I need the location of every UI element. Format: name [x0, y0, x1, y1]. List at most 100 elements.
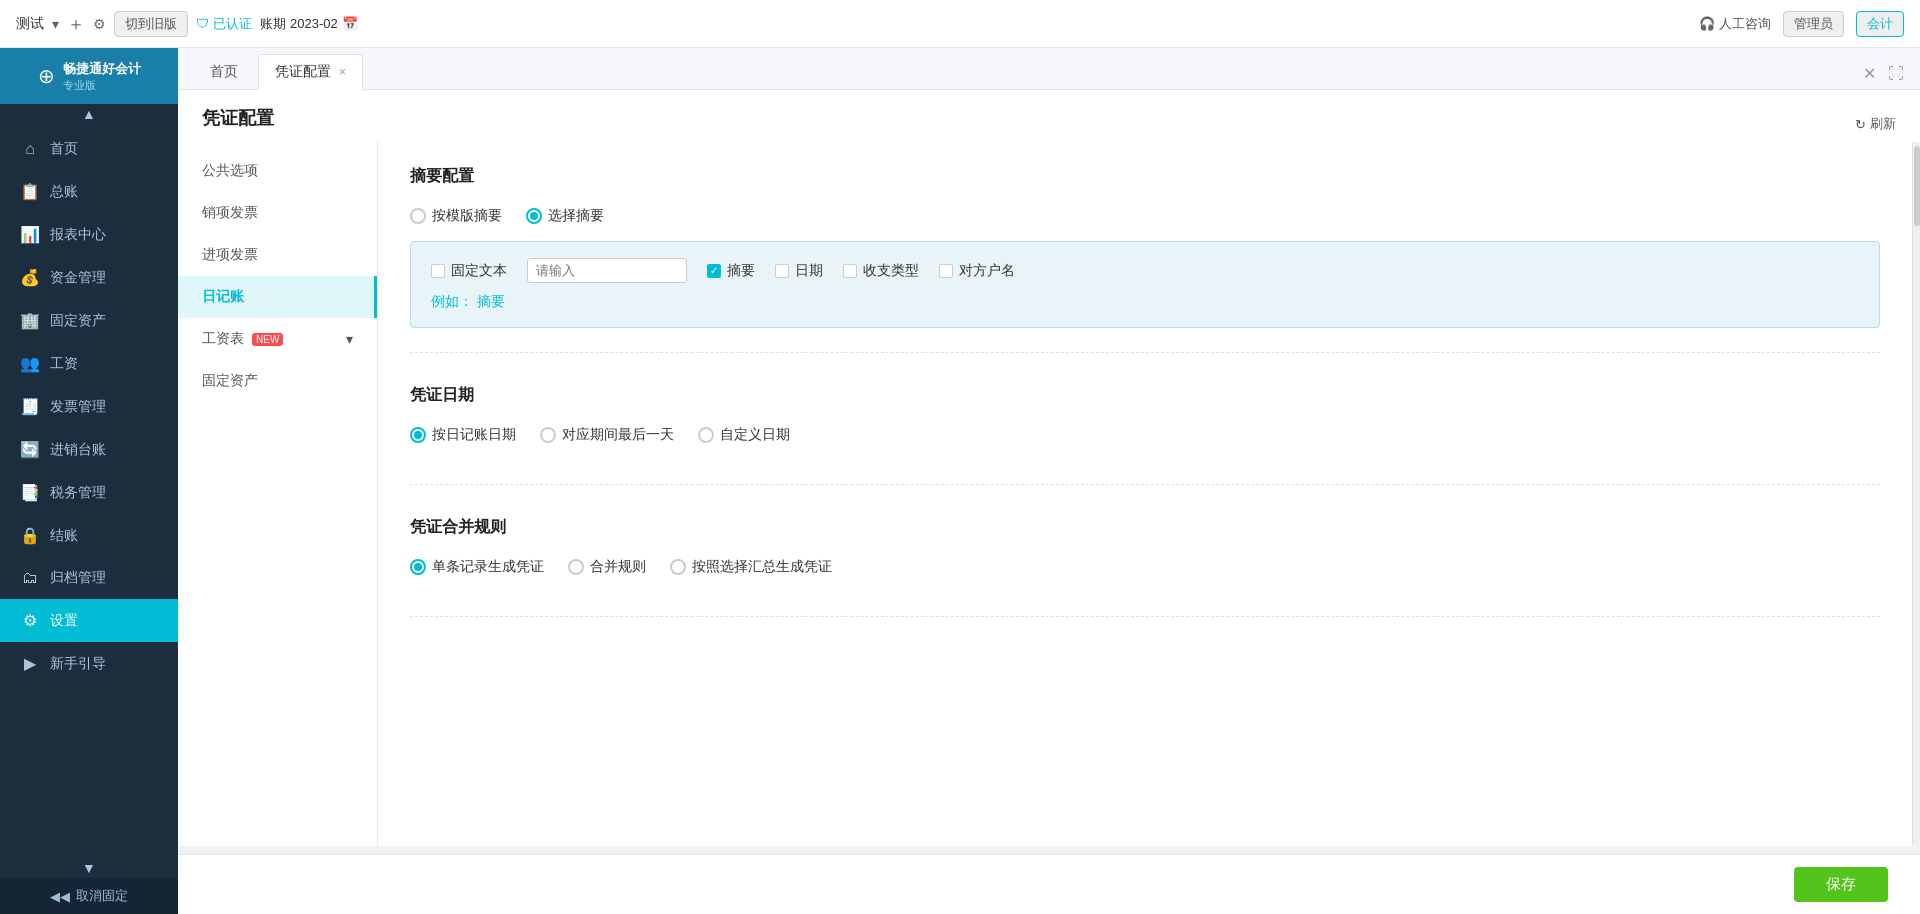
cancel-fixed-button[interactable]: ◀◀ 取消固定 — [0, 878, 178, 914]
config-left-menu: 公共选项 销项发票 进项发票 日记账 工资表 NEW — [178, 142, 378, 846]
checkbox-counterparty[interactable]: 对方户名 — [939, 262, 1015, 280]
sidebar-scroll-up[interactable]: ▲ — [0, 104, 178, 124]
config-menu-payroll-label: 工资表 NEW — [202, 330, 283, 348]
config-menu-sales-invoice[interactable]: 销项发票 — [178, 192, 377, 234]
radio-select-summary[interactable]: 选择摘要 — [526, 207, 604, 225]
checkbox-counterparty-label: 对方户名 — [959, 262, 1015, 280]
admin-button[interactable]: 管理员 — [1783, 11, 1844, 37]
radio-custom-date[interactable]: 自定义日期 — [698, 426, 790, 444]
radio-select-summary-circle — [670, 559, 686, 575]
radio-template-circle — [410, 208, 426, 224]
guide-icon: ▶ — [20, 654, 40, 673]
sidebar-item-funds[interactable]: 💰 资金管理 — [0, 256, 178, 299]
sidebar-item-guide[interactable]: ▶ 新手引导 — [0, 642, 178, 685]
checkbox-income-type[interactable]: 收支类型 — [843, 262, 919, 280]
tab-config[interactable]: 凭证配置 × — [258, 54, 363, 90]
sidebar-item-closing[interactable]: 🔒 结账 — [0, 514, 178, 557]
sidebar-item-label: 发票管理 — [50, 398, 106, 416]
radio-custom-date-label: 自定义日期 — [720, 426, 790, 444]
sidebar-item-label: 报表中心 — [50, 226, 106, 244]
radio-journal-date-label: 按日记账日期 — [432, 426, 516, 444]
sidebar-scroll-down[interactable]: ▼ — [0, 858, 178, 878]
scrollbar-thumb[interactable] — [1914, 146, 1920, 226]
sidebar-item-label: 固定资产 — [50, 312, 106, 330]
expand-icon[interactable]: ⛶ — [1888, 65, 1904, 83]
config-menu-purchase-label: 进项发票 — [202, 246, 258, 264]
config-menu-sales-label: 销项发票 — [202, 204, 258, 222]
example-text: 例如： 摘要 — [431, 293, 1859, 311]
sidebar-item-ledger[interactable]: 📋 总账 — [0, 170, 178, 213]
radio-merge-rules[interactable]: 合并规则 — [568, 558, 646, 576]
sidebar-item-settings[interactable]: ⚙ 设置 — [0, 599, 178, 642]
sidebar-item-reports[interactable]: 📊 报表中心 — [0, 213, 178, 256]
radio-single-record[interactable]: 单条记录生成凭证 — [410, 558, 544, 576]
summary-options-box: 固定文本 摘要 日期 — [410, 241, 1880, 328]
radio-custom-date-circle — [698, 427, 714, 443]
service-button[interactable]: 🎧 人工咨询 — [1699, 15, 1771, 33]
config-menu-journal[interactable]: 日记账 — [178, 276, 377, 318]
sidebar-item-fixed-assets[interactable]: 🏢 固定资产 — [0, 299, 178, 342]
config-layout: 公共选项 销项发票 进项发票 日记账 工资表 NEW — [178, 142, 1920, 846]
accountant-button[interactable]: 会计 — [1856, 11, 1904, 37]
ledger-icon: 📋 — [20, 182, 40, 201]
fixed-text-input[interactable] — [527, 258, 687, 283]
config-menu-purchase-invoice[interactable]: 进项发票 — [178, 234, 377, 276]
sidebar-item-payroll[interactable]: 👥 工资 — [0, 342, 178, 385]
old-version-button[interactable]: 切到旧版 — [114, 11, 188, 37]
config-menu-fixed-assets[interactable]: 固定资产 — [178, 360, 377, 402]
chevron-down-icon: ▾ — [346, 331, 353, 347]
checkbox-summary-box — [707, 264, 721, 278]
certified-badge: 🛡 已认证 — [196, 15, 252, 33]
gear-icon[interactable]: ⚙ — [93, 16, 106, 32]
company-dropdown-icon[interactable]: ▾ — [52, 16, 59, 32]
refresh-button[interactable]: ↻ 刷新 — [1855, 115, 1896, 133]
checkbox-fixed-text[interactable]: 固定文本 — [431, 262, 507, 280]
company-name: 测试 — [16, 15, 44, 33]
config-menu-public[interactable]: 公共选项 — [178, 150, 377, 192]
sidebar-item-label: 总账 — [50, 183, 78, 201]
config-menu-payroll-table[interactable]: 工资表 NEW ▾ — [178, 318, 377, 360]
headphone-icon: 🎧 — [1699, 16, 1715, 31]
radio-template-summary[interactable]: 按模版摘要 — [410, 207, 502, 225]
radio-period-last-day[interactable]: 对应期间最后一天 — [540, 426, 674, 444]
radio-select-summary-label: 按照选择汇总生成凭证 — [692, 558, 832, 576]
shield-icon: 🛡 — [196, 16, 209, 31]
close-icon[interactable]: ✕ — [1863, 64, 1876, 83]
radio-journal-date-circle — [410, 427, 426, 443]
checkbox-summary[interactable]: 摘要 — [707, 262, 755, 280]
sidebar-item-label: 进销台账 — [50, 441, 106, 459]
funds-icon: 💰 — [20, 268, 40, 287]
sidebar-item-archive[interactable]: 🗂 归档管理 — [0, 557, 178, 599]
sidebar-item-label: 结账 — [50, 527, 78, 545]
radio-journal-date[interactable]: 按日记账日期 — [410, 426, 516, 444]
fixed-assets-icon: 🏢 — [20, 311, 40, 330]
sidebar-item-tax[interactable]: 📑 税务管理 — [0, 471, 178, 514]
config-menu-fixed-assets-label: 固定资产 — [202, 372, 258, 390]
radio-select-summary[interactable]: 按照选择汇总生成凭证 — [670, 558, 832, 576]
calendar-icon[interactable]: 📅 — [342, 16, 358, 31]
add-button[interactable]: ＋ — [67, 12, 85, 36]
sidebar-item-invoice[interactable]: 🧾 发票管理 — [0, 385, 178, 428]
sidebar-nav: ⌂ 首页 📋 总账 📊 报表中心 💰 资金管理 🏢 固定资产 👥 工资 — [0, 124, 178, 858]
sidebar-logo[interactable]: ⊕ 畅捷通好会计 专业版 — [0, 48, 178, 104]
tab-home[interactable]: 首页 — [194, 55, 254, 89]
payroll-icon: 👥 — [20, 354, 40, 373]
checkbox-date[interactable]: 日期 — [775, 262, 823, 280]
right-scrollbar[interactable] — [1912, 142, 1920, 846]
save-button[interactable]: 保存 — [1794, 867, 1888, 902]
new-badge: NEW — [252, 333, 283, 346]
checkbox-income-type-label: 收支类型 — [863, 262, 919, 280]
radio-select-circle — [526, 208, 542, 224]
checkbox-income-type-box — [843, 264, 857, 278]
content-area: 首页 凭证配置 × ✕ ⛶ 凭证配置 ↻ 刷新 — [178, 48, 1920, 914]
radio-merge-rules-label: 合并规则 — [590, 558, 646, 576]
voucher-date-radio-group: 按日记账日期 对应期间最后一天 自定义日期 — [410, 426, 1880, 444]
tab-config-close[interactable]: × — [339, 65, 346, 79]
page-footer: 保存 — [178, 854, 1920, 914]
sidebar-item-purchase-sale[interactable]: 🔄 进销台账 — [0, 428, 178, 471]
merge-rules-title: 凭证合并规则 — [410, 517, 1880, 538]
sidebar-item-home[interactable]: ⌂ 首页 — [0, 128, 178, 170]
voucher-date-section: 凭证日期 按日记账日期 对应期间最后一天 — [410, 385, 1880, 485]
example-value: 摘要 — [477, 293, 505, 309]
cancel-fixed-label: 取消固定 — [76, 887, 128, 905]
